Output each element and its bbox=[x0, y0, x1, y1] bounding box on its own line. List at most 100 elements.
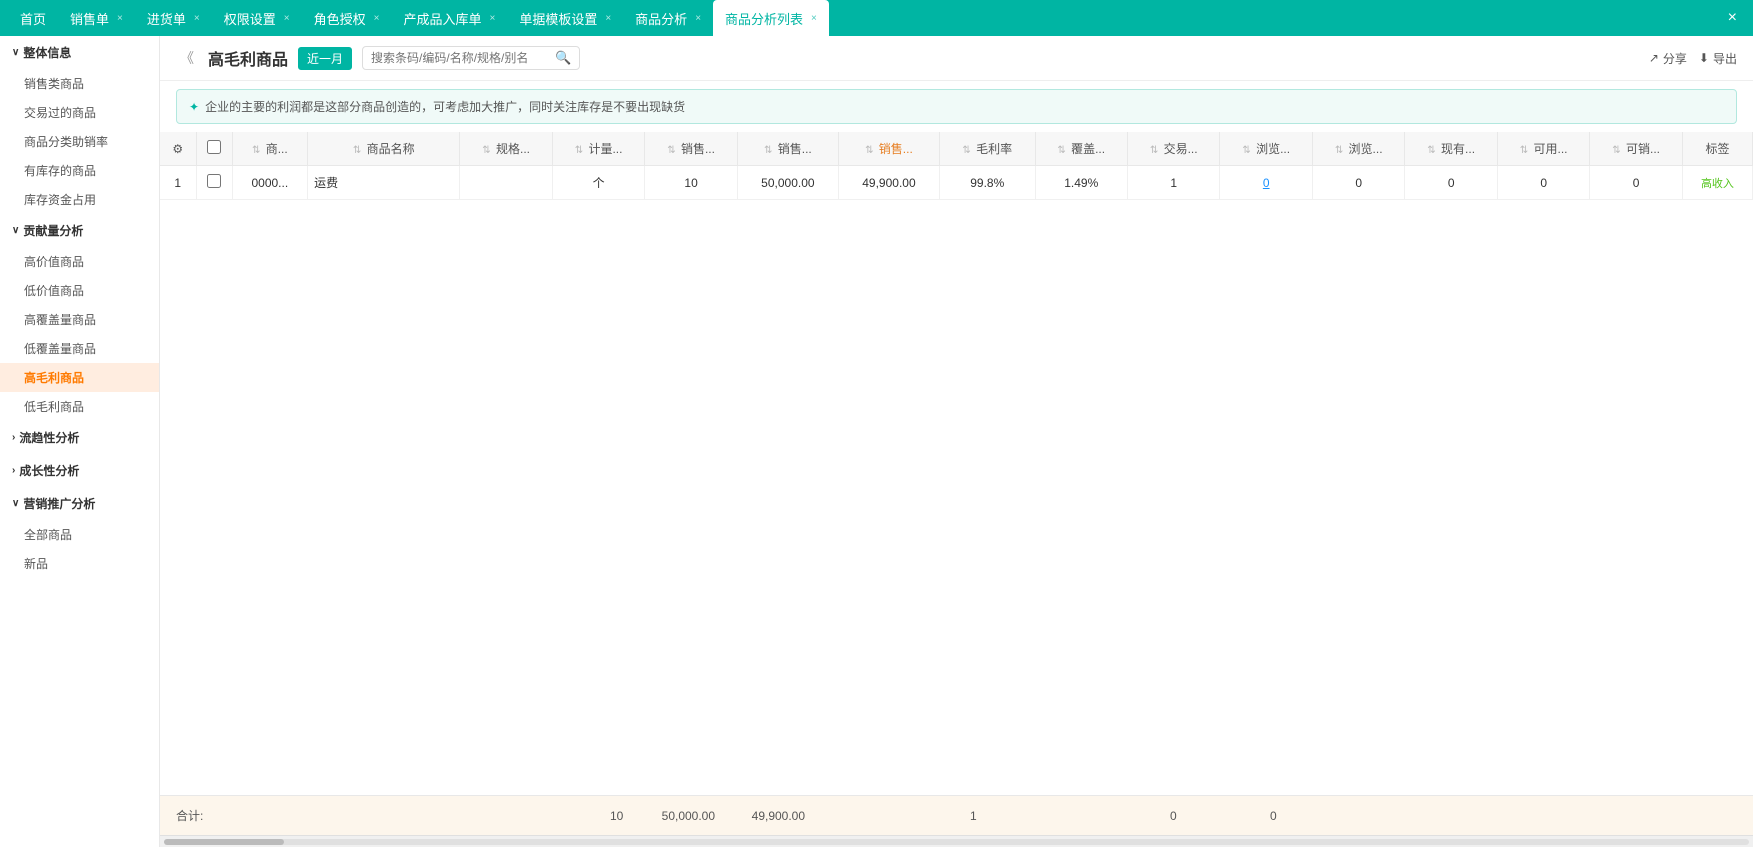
nav-tab-warehouse[interactable]: 产成品入库单 × bbox=[391, 0, 507, 36]
nav-tab-permissions-close[interactable]: × bbox=[284, 13, 290, 24]
sidebar-item-stock-capital[interactable]: 库存资金占用 bbox=[0, 185, 159, 214]
export-button[interactable]: ⬇ 导出 bbox=[1699, 50, 1737, 67]
col-trade-header[interactable]: ⇅ 交易... bbox=[1127, 132, 1219, 166]
sidebar-item-stocked-goods[interactable]: 有库存的商品 bbox=[0, 156, 159, 185]
sidebar-item-low-coverage[interactable]: 低覆盖量商品 bbox=[0, 334, 159, 363]
col-spec-header[interactable]: ⇅ 规格... bbox=[460, 132, 552, 166]
col-view1-header[interactable]: ⇅ 浏览... bbox=[1220, 132, 1312, 166]
sidebar-item-low-margin[interactable]: 低毛利商品 bbox=[0, 392, 159, 421]
cell-sellable: 0 bbox=[1590, 166, 1682, 200]
select-all-checkbox[interactable] bbox=[207, 140, 221, 154]
sidebar-item-new-goods[interactable]: 新品 bbox=[0, 549, 159, 578]
sidebar-item-high-coverage[interactable]: 高覆盖量商品 bbox=[0, 305, 159, 334]
nav-tab-analysis-list[interactable]: 商品分析列表 × bbox=[713, 0, 829, 36]
search-icon[interactable]: 🔍 bbox=[555, 50, 571, 66]
main-layout: ∨ 整体信息 销售类商品 交易过的商品 商品分类助销率 有库存的商品 库存资金占… bbox=[0, 36, 1753, 847]
settings-icon[interactable]: ⚙ bbox=[172, 142, 183, 156]
info-icon: ✦ bbox=[189, 100, 199, 114]
search-input[interactable] bbox=[371, 51, 551, 65]
col-coverage-header[interactable]: ⇅ 覆盖... bbox=[1035, 132, 1127, 166]
nav-tab-warehouse-close[interactable]: × bbox=[489, 13, 495, 24]
cell-sales-amount: 50,000.00 bbox=[737, 166, 838, 200]
sidebar-group-contribution-arrow: ∨ bbox=[12, 225, 19, 236]
info-banner-text: 企业的主要的利润都是这部分商品创造的，可考虑加大推广，同时关注库存是不要出现缺货 bbox=[205, 98, 685, 115]
sidebar-group-marketing[interactable]: ∨ 营销推广分析 bbox=[0, 487, 159, 520]
col-sellable-header[interactable]: ⇅ 可销... bbox=[1590, 132, 1682, 166]
nav-tab-home[interactable]: 首页 bbox=[8, 0, 58, 36]
table-header-row: ⚙ ⇅ 商... ⇅ 商品名称 bbox=[160, 132, 1753, 166]
sidebar-group-contribution[interactable]: ∨ 贡献量分析 bbox=[0, 214, 159, 247]
cell-unit: 个 bbox=[552, 166, 644, 200]
col-name-header[interactable]: ⇅ 商品名称 bbox=[308, 132, 460, 166]
cell-sales-cost: 49,900.00 bbox=[838, 166, 939, 200]
cell-available-stock: 0 bbox=[1497, 166, 1589, 200]
nav-tab-purchase-close[interactable]: × bbox=[194, 13, 200, 24]
sidebar-item-high-value[interactable]: 高价值商品 bbox=[0, 247, 159, 276]
sidebar-item-sales-goods[interactable]: 销售类商品 bbox=[0, 69, 159, 98]
horizontal-scrollbar[interactable] bbox=[160, 835, 1753, 847]
content-header: 《 高毛利商品 近一月 🔍 ↗ 分享 ⬇ 导出 bbox=[160, 36, 1753, 81]
col-view2-header[interactable]: ⇅ 浏览... bbox=[1312, 132, 1404, 166]
nav-tab-purchase[interactable]: 进货单 × bbox=[135, 0, 212, 36]
cell-view1[interactable]: 0 bbox=[1220, 166, 1312, 200]
col-gross-margin-header[interactable]: ⇅ 毛利率 bbox=[939, 132, 1035, 166]
total-sales-cost: 49,900.00 bbox=[733, 809, 823, 823]
nav-tab-roles-close[interactable]: × bbox=[374, 13, 380, 24]
nav-tab-roles[interactable]: 角色授权 × bbox=[302, 0, 392, 36]
nav-tab-template-label: 单据模板设置 bbox=[519, 9, 597, 28]
table-row: 1 0000... 运费 个 10 50,000.00 49,900.00 99… bbox=[160, 166, 1753, 200]
col-sales-qty-header[interactable]: ⇅ 销售... bbox=[645, 132, 737, 166]
sidebar-group-flow-arrow: › bbox=[12, 432, 15, 443]
sidebar-group-growth-arrow: › bbox=[12, 465, 15, 476]
nav-tab-analysis[interactable]: 商品分析 × bbox=[623, 0, 713, 36]
col-checkbox[interactable] bbox=[196, 132, 232, 166]
sidebar-item-category-assist[interactable]: 商品分类助销率 bbox=[0, 127, 159, 156]
col-code-header[interactable]: ⇅ 商... bbox=[232, 132, 308, 166]
time-filter-button[interactable]: 近一月 bbox=[298, 47, 352, 70]
share-button[interactable]: ↗ 分享 bbox=[1649, 50, 1687, 67]
sidebar-item-traded-goods[interactable]: 交易过的商品 bbox=[0, 98, 159, 127]
nav-tab-permissions-label: 权限设置 bbox=[224, 9, 276, 28]
cell-checkbox[interactable] bbox=[196, 166, 232, 200]
nav-tab-analysis-list-close[interactable]: × bbox=[811, 13, 817, 24]
sidebar-group-contribution-label: 贡献量分析 bbox=[23, 222, 83, 239]
nav-tab-home-label: 首页 bbox=[20, 9, 46, 28]
search-box: 🔍 bbox=[362, 46, 580, 70]
scrollbar-thumb[interactable] bbox=[164, 839, 284, 845]
col-sales-amount-header[interactable]: ⇅ 销售... bbox=[737, 132, 838, 166]
col-available-stock-header[interactable]: ⇅ 可用... bbox=[1497, 132, 1589, 166]
page-title: 高毛利商品 bbox=[208, 46, 288, 70]
info-banner: ✦ 企业的主要的利润都是这部分商品创造的，可考虑加大推广，同时关注库存是不要出现… bbox=[176, 89, 1737, 124]
sidebar-item-all-goods[interactable]: 全部商品 bbox=[0, 520, 159, 549]
sidebar-item-low-value[interactable]: 低价值商品 bbox=[0, 276, 159, 305]
cell-name: 运费 bbox=[308, 166, 460, 200]
data-table: ⚙ ⇅ 商... ⇅ 商品名称 bbox=[160, 132, 1753, 200]
nav-tab-sales-label: 销售单 bbox=[70, 9, 109, 28]
sidebar-group-overall[interactable]: ∨ 整体信息 bbox=[0, 36, 159, 69]
collapse-sidebar-button[interactable]: 《 bbox=[176, 46, 198, 70]
nav-tab-analysis-close[interactable]: × bbox=[695, 13, 701, 24]
cell-gross-margin: 99.8% bbox=[939, 166, 1035, 200]
nav-tab-sales[interactable]: 销售单 × bbox=[58, 0, 135, 36]
nav-tab-template-close[interactable]: × bbox=[605, 13, 611, 24]
sidebar-group-flow[interactable]: › 流趋性分析 bbox=[0, 421, 159, 454]
cell-tag: 高收入 bbox=[1682, 166, 1752, 200]
sidebar-item-high-margin[interactable]: 高毛利商品 bbox=[0, 363, 159, 392]
window-close-button[interactable]: × bbox=[1720, 9, 1745, 27]
nav-tab-sales-close[interactable]: × bbox=[117, 13, 123, 24]
nav-tab-permissions[interactable]: 权限设置 × bbox=[212, 0, 302, 36]
total-sales-amount: 50,000.00 bbox=[643, 809, 733, 823]
nav-tab-template[interactable]: 单据模板设置 × bbox=[507, 0, 623, 36]
cell-trade: 1 bbox=[1127, 166, 1219, 200]
row-checkbox[interactable] bbox=[207, 174, 221, 188]
col-tag-header[interactable]: 标签 bbox=[1682, 132, 1752, 166]
col-current-stock-header[interactable]: ⇅ 现有... bbox=[1405, 132, 1497, 166]
col-unit-header[interactable]: ⇅ 计量... bbox=[552, 132, 644, 166]
cell-sales-qty: 10 bbox=[645, 166, 737, 200]
sidebar-group-marketing-arrow: ∨ bbox=[12, 498, 19, 509]
total-label: 合计: bbox=[176, 807, 203, 824]
col-settings[interactable]: ⚙ bbox=[160, 132, 196, 166]
nav-tab-purchase-label: 进货单 bbox=[147, 9, 186, 28]
col-sales-cost-header[interactable]: ⇅ 销售... bbox=[838, 132, 939, 166]
sidebar-group-growth[interactable]: › 成长性分析 bbox=[0, 454, 159, 487]
